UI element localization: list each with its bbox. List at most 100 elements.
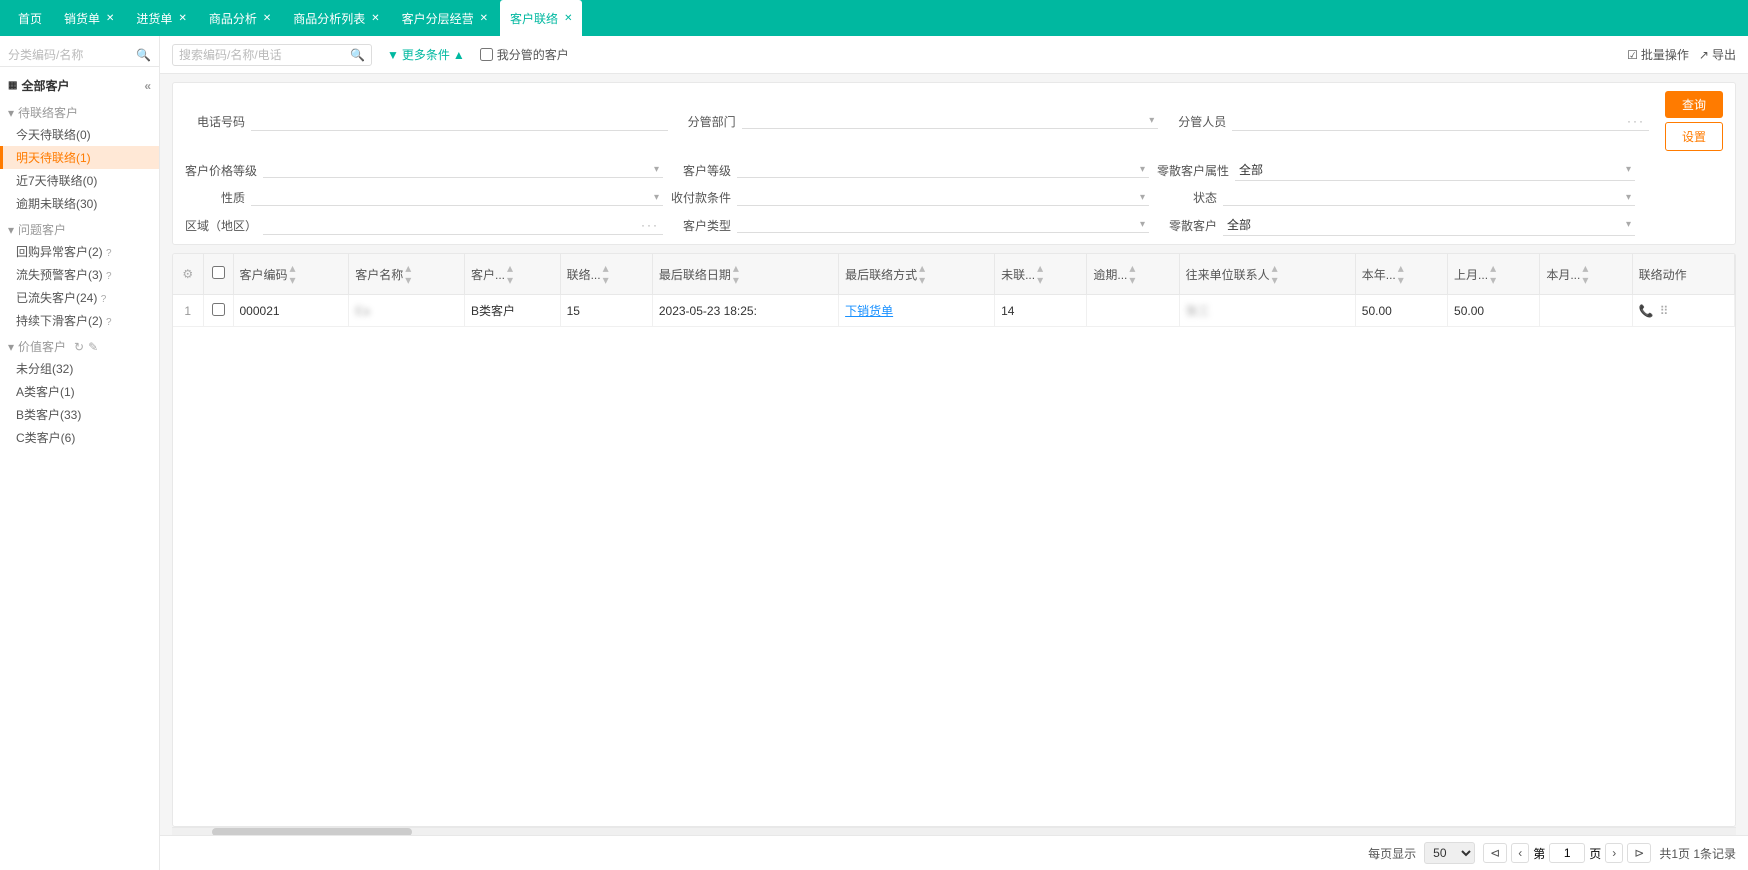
sidebar-item-overdue[interactable]: 逾期未联络(30) (0, 192, 159, 215)
sort-this-year-icon[interactable]: ▴▾ (1398, 262, 1404, 286)
row-select-checkbox[interactable] (212, 303, 225, 316)
close-customer-tier-icon[interactable]: ✕ (480, 13, 488, 24)
export-button[interactable]: ↗ 导出 (1699, 46, 1736, 63)
my-customer-checkbox[interactable] (480, 48, 493, 61)
sidebar-item-class-c[interactable]: C类客户(6) (0, 426, 159, 449)
filter-nature: 性质 ▾ (185, 189, 663, 206)
sidebar-item-declining[interactable]: 持续下滑客户(2) ? (0, 309, 159, 332)
filter-price-grade-select[interactable]: ▾ (263, 162, 663, 178)
filter-manager-dots[interactable]: ··· (1627, 114, 1645, 128)
last-page-button[interactable]: ⊳ (1627, 843, 1651, 863)
sort-type-icon[interactable]: ▴▾ (507, 262, 513, 286)
close-purchase-icon[interactable]: ✕ (178, 13, 186, 24)
nav-product-analysis-label: 商品分析 (209, 10, 257, 27)
col-this-month-label: 本月... (1546, 266, 1580, 283)
close-product-analysis-icon[interactable]: ✕ (263, 13, 271, 24)
batch-action-label: 批量操作 (1641, 46, 1689, 63)
sidebar-item-class-a[interactable]: A类客户(1) (0, 380, 159, 403)
select-all-checkbox[interactable] (212, 266, 225, 279)
col-contact-count: 联络... ▴▾ (560, 254, 652, 295)
main-layout: 🔍 ▦ 全部客户 « ▾ 待联络客户 今天待联络(0) 明天待联络(1) 近7天… (0, 36, 1748, 870)
sort-contact-person-icon[interactable]: ▴▾ (1272, 262, 1278, 286)
nav-home[interactable]: 首页 (8, 0, 52, 36)
col-type: 客户... ▴▾ (465, 254, 561, 295)
filter-retail-customer-select[interactable]: 全部 ▾ (1223, 214, 1635, 236)
chevron-down-icon9: ▾ (1626, 219, 1631, 230)
filter-dept: 分管部门 ▾ (676, 113, 1159, 130)
qr-action-icon[interactable]: ⠿ (1660, 304, 1669, 318)
filter-customer-grade-select[interactable]: ▾ (737, 162, 1149, 178)
sidebar-item-churn-warning[interactable]: 流失预警客户(3) ? (0, 263, 159, 286)
edit-value-icon[interactable]: ✎ (88, 340, 98, 354)
prev-page-button[interactable]: ‹ (1511, 843, 1529, 863)
page-size-select[interactable]: 50 100 200 (1424, 842, 1475, 864)
sidebar-item-tomorrow[interactable]: 明天待联络(1) (0, 146, 159, 169)
chevron-down-icon5: ▾ (654, 192, 659, 203)
nav-customer-tier[interactable]: 客户分层经营 ✕ (392, 0, 498, 36)
col-type-label: 客户... (471, 266, 505, 283)
filter-nature-select[interactable]: ▾ (251, 190, 663, 206)
nav-purchase-order[interactable]: 进货单 ✕ (126, 0, 196, 36)
filter-region-dots[interactable]: ··· (641, 218, 659, 232)
sort-overdue-icon[interactable]: ▴▾ (1129, 262, 1135, 286)
close-product-analysis-list-icon[interactable]: ✕ (371, 13, 379, 24)
filter-dept-label: 分管部门 (676, 113, 736, 130)
first-page-button[interactable]: ⊲ (1483, 843, 1507, 863)
close-customer-contact-icon[interactable]: ✕ (564, 13, 572, 24)
sort-uncontacted-icon[interactable]: ▴▾ (1037, 262, 1043, 286)
horizontal-scrollbar[interactable] (172, 827, 1736, 835)
sidebar-item-7days[interactable]: 近7天待联络(0) (0, 169, 159, 192)
filter-phone-input[interactable] (251, 112, 668, 131)
settings-icon[interactable]: ⚙ (182, 267, 193, 281)
nav-product-analysis-list[interactable]: 商品分析列表 ✕ (283, 0, 389, 36)
sidebar-search-input[interactable] (8, 48, 136, 62)
section-value-label: 价值客户 (18, 338, 66, 355)
close-sales-icon[interactable]: ✕ (106, 13, 114, 24)
phone-action-icon[interactable]: 📞 (1639, 304, 1654, 318)
contact-method-link[interactable]: 下销货单 (845, 304, 893, 318)
sidebar-search-icon[interactable]: 🔍 (136, 48, 151, 62)
sidebar-all-customers[interactable]: ▦ 全部客户 « (0, 73, 159, 98)
col-last-contact-date-label: 最后联络日期 (659, 266, 731, 283)
collapse-icon[interactable]: « (144, 79, 151, 93)
sort-last-contact-date-icon[interactable]: ▴▾ (733, 262, 739, 286)
refresh-icon[interactable]: ↻ (74, 340, 84, 354)
search-input[interactable] (179, 48, 350, 62)
filter-dept-select[interactable]: ▾ (742, 113, 1159, 129)
sidebar-item-repurchase-anomaly[interactable]: 回购异常客户(2) ? (0, 240, 159, 263)
section-pending-label: 待联络客户 (18, 104, 78, 121)
reset-button[interactable]: 设置 (1665, 122, 1723, 151)
sidebar-item-class-b[interactable]: B类客户(33) (0, 403, 159, 426)
page-size-label: 每页显示 (1368, 845, 1416, 862)
chevron-up-icon: ▲ (453, 48, 465, 62)
sidebar-item-ungrouped[interactable]: 未分组(32) (0, 357, 159, 380)
sort-last-contact-method-icon[interactable]: ▴▾ (919, 262, 925, 286)
more-filter-button[interactable]: ▼ 更多条件 ▲ (380, 42, 472, 67)
batch-action-button[interactable]: ☑ 批量操作 (1627, 46, 1689, 63)
sidebar-item-today[interactable]: 今天待联络(0) (0, 123, 159, 146)
nav-customer-contact[interactable]: 客户联络 ✕ (500, 0, 582, 36)
my-customer-checkbox-container[interactable]: 我分管的客户 (480, 46, 569, 63)
nav-product-analysis-list-label: 商品分析列表 (293, 10, 365, 27)
row-contact-person: 张三 (1179, 295, 1355, 327)
filter-status-select[interactable]: ▾ (1223, 190, 1635, 206)
sort-code-icon[interactable]: ▴▾ (290, 262, 296, 286)
filter-retail-attr-select[interactable]: 全部 ▾ (1235, 159, 1635, 181)
content-area: 🔍 ▼ 更多条件 ▲ 我分管的客户 ☑ 批量操作 ↗ 导出 (160, 36, 1748, 870)
sort-this-month-icon[interactable]: ▴▾ (1582, 262, 1588, 286)
next-page-button[interactable]: › (1605, 843, 1623, 863)
sidebar-item-churned[interactable]: 已流失客户(24) ? (0, 286, 159, 309)
filter-payment-select[interactable]: ▾ (737, 190, 1149, 206)
sort-last-month-icon[interactable]: ▴▾ (1490, 262, 1496, 286)
sort-name-icon[interactable]: ▴▾ (405, 262, 411, 286)
nav-product-analysis[interactable]: 商品分析 ✕ (199, 0, 281, 36)
filter-customer-type-select[interactable]: ▾ (737, 217, 1149, 233)
query-button[interactable]: 查询 (1665, 91, 1723, 118)
sort-contact-count-icon[interactable]: ▴▾ (603, 262, 609, 286)
nav-sales-order[interactable]: 销货单 ✕ (54, 0, 124, 36)
col-action-label: 联络动作 (1639, 268, 1687, 282)
filter-status: 状态 ▾ (1157, 189, 1635, 206)
search-icon[interactable]: 🔍 (350, 48, 365, 62)
page-number-input[interactable] (1549, 843, 1585, 863)
pagination: 每页显示 50 100 200 ⊲ ‹ 第 页 › ⊳ 共1页 1条记录 (160, 835, 1748, 870)
